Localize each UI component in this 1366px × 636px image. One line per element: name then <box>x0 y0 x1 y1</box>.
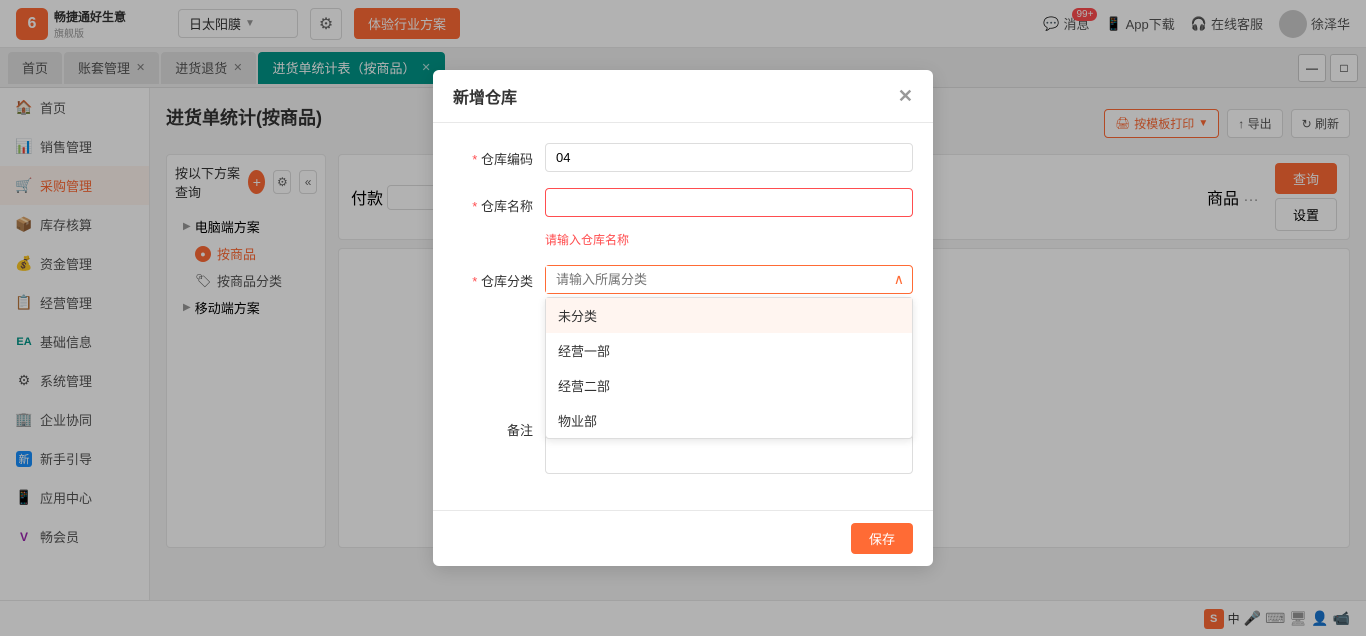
modal-add-warehouse: 新增仓库 ✕ * 仓库编码 * 仓库名称 <box>433 70 933 566</box>
modal-close-button[interactable]: ✕ <box>898 86 913 107</box>
warehouse-code-input[interactable] <box>545 143 913 172</box>
modal-body: * 仓库编码 * 仓库名称 请输入仓库名称 <box>433 123 933 510</box>
modal-header: 新增仓库 ✕ <box>433 70 933 123</box>
category-input-row: ∧ <box>545 265 913 294</box>
name-label: * 仓库名称 <box>453 190 533 215</box>
modal-title: 新增仓库 <box>453 84 517 108</box>
category-label: * 仓库分类 <box>453 265 533 290</box>
category-toggle-button[interactable]: ∧ <box>886 267 912 292</box>
dropdown-item-property[interactable]: 物业部 <box>546 403 912 438</box>
code-label: * 仓库编码 <box>453 143 533 168</box>
form-row-code: * 仓库编码 <box>453 143 913 172</box>
modal-footer: 保存 <box>433 510 933 566</box>
form-row-name: * 仓库名称 请输入仓库名称 <box>453 188 913 249</box>
dropdown-item-operation2[interactable]: 经营二部 <box>546 368 912 403</box>
warehouse-name-input[interactable] <box>545 188 913 217</box>
dropdown-item-operation1[interactable]: 经营一部 <box>546 333 912 368</box>
modal-overlay: 新增仓库 ✕ * 仓库编码 * 仓库名称 <box>0 0 1366 636</box>
form-row-category: * 仓库分类 ∧ 未分类 经营一部 经营二部 物业部 <box>453 265 913 294</box>
category-dropdown: 未分类 经营一部 经营二部 物业部 <box>545 297 913 439</box>
notes-label: 备注 <box>453 414 533 439</box>
dropdown-item-uncategorized[interactable]: 未分类 <box>546 298 912 333</box>
name-error-msg: 请输入仓库名称 <box>545 233 629 247</box>
category-input[interactable] <box>546 266 886 293</box>
save-button[interactable]: 保存 <box>851 523 913 554</box>
category-wrapper: ∧ 未分类 经营一部 经营二部 物业部 <box>545 265 913 294</box>
